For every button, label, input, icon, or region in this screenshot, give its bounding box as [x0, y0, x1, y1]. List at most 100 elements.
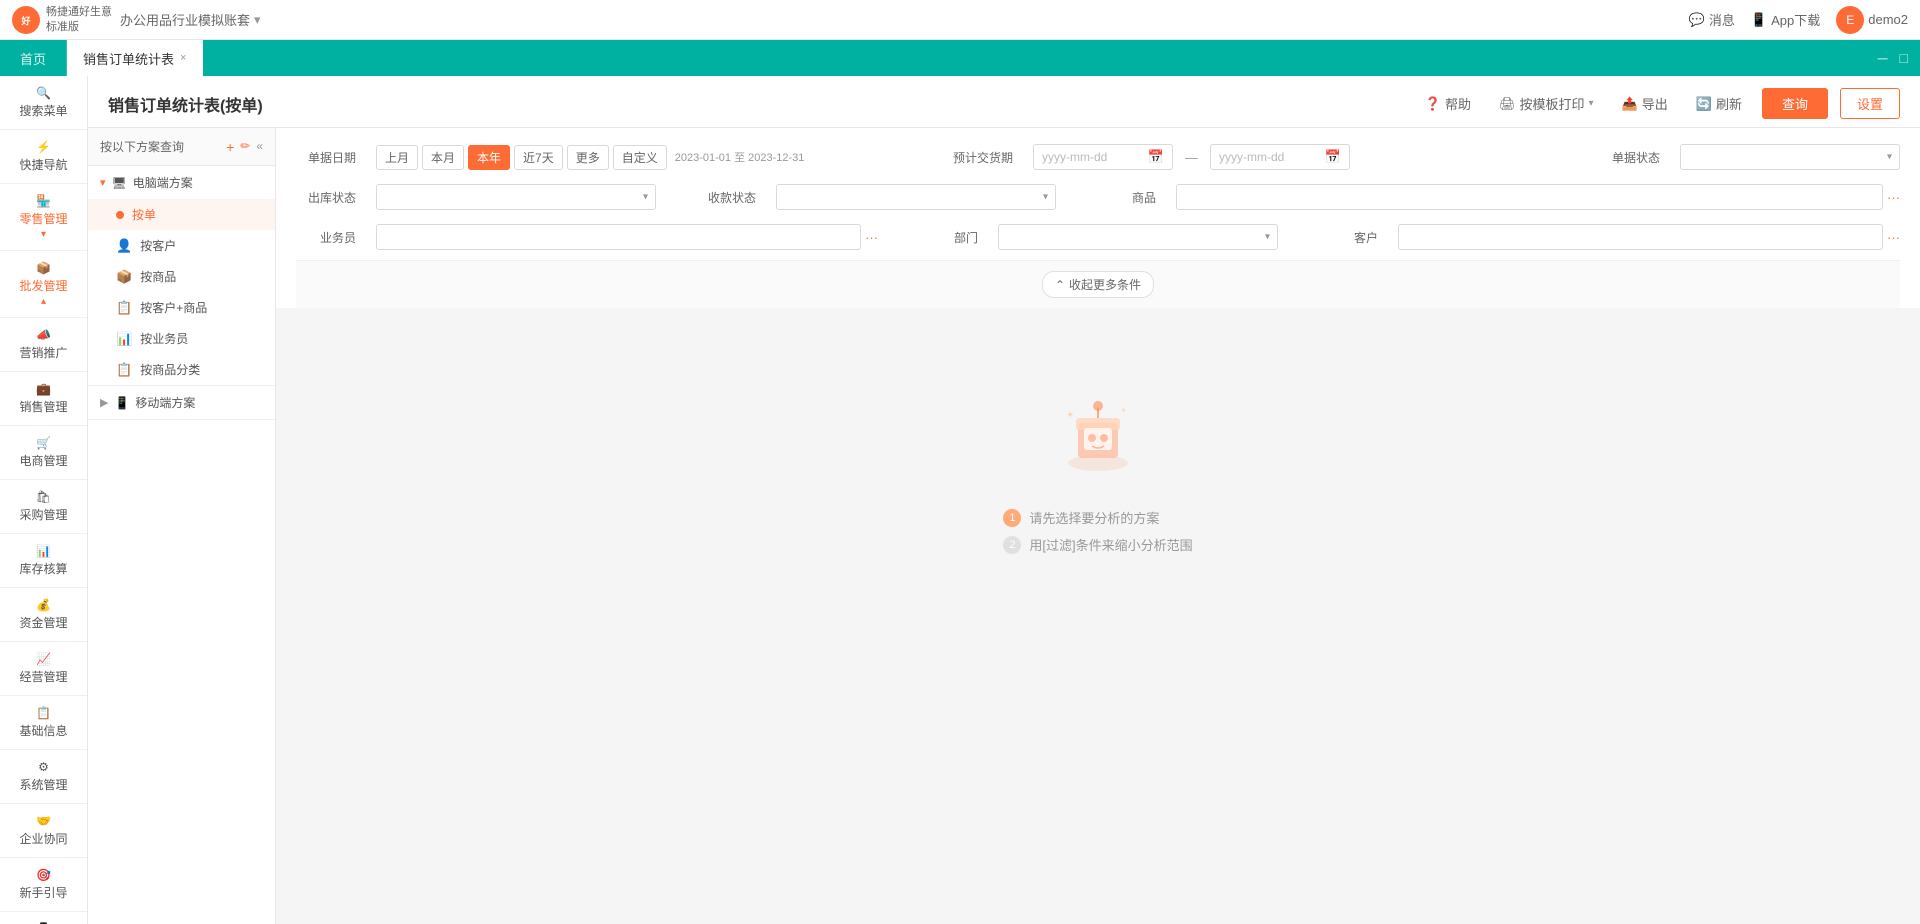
purchase-icon: 🛍	[36, 490, 51, 504]
this-month-button[interactable]: 本月	[422, 145, 464, 170]
customer-scheme-icon: 👤	[116, 238, 132, 254]
empty-state: ✦ ✦ ✦ 1 请先选择要分析的方案 2 用[过滤]条件来缩小分析范围	[276, 308, 1920, 634]
svg-text:好: 好	[20, 15, 30, 26]
department-select[interactable]	[998, 224, 1278, 250]
salesperson-more-button[interactable]: ···	[865, 230, 878, 245]
sysmanage-icon: ⚙	[38, 760, 49, 774]
order-status-label: 单据状态	[1600, 149, 1660, 166]
customer-more-button[interactable]: ···	[1887, 230, 1900, 245]
tab-bar: 首页 销售订单统计表 × ─ □	[0, 40, 1920, 76]
add-scheme-button[interactable]: +	[226, 139, 234, 155]
this-year-button[interactable]: 本年	[468, 145, 510, 170]
scheme-item-by-order[interactable]: 按单	[88, 199, 275, 230]
tab-home[interactable]: 首页	[0, 40, 67, 76]
more-date-button[interactable]: 更多	[567, 145, 609, 170]
custom-date-button[interactable]: 自定义	[613, 145, 667, 170]
filter-container: 单据日期 上月 本月 本年 近7天 更多 自定义 2023-01-01 至 20…	[276, 128, 1920, 308]
ship-status-label: 出库状态	[296, 189, 356, 206]
customer-input[interactable]	[1398, 224, 1883, 250]
sidebar-item-sysmanage[interactable]: ⚙ 系统管理	[0, 750, 87, 804]
operations-icon: 📈	[36, 652, 51, 666]
calendar-icon-to: 📅	[1325, 149, 1341, 165]
goods-label: 商品	[1096, 189, 1156, 206]
scheme-item-by-goods-category[interactable]: 📋 按商品分类	[88, 354, 275, 385]
tab-maximize-button[interactable]: □	[1896, 46, 1912, 70]
inventory-icon: 📊	[36, 544, 51, 558]
scheme-item-by-customer-goods[interactable]: 📋 按客户+商品	[88, 292, 275, 323]
delivery-date-from[interactable]: yyyy-mm-dd 📅	[1033, 144, 1173, 170]
empty-tip-1: 1 请先选择要分析的方案	[1003, 508, 1192, 527]
order-status-select[interactable]	[1680, 144, 1900, 170]
mobile-group-header[interactable]: ▶ 📱 移动端方案	[88, 386, 275, 419]
date-field: 上月 本月 本年 近7天 更多 自定义 2023-01-01 至 2023-12…	[376, 145, 923, 170]
logo-area: 好 畅捷通好生意 标准版	[12, 5, 112, 34]
left-panel-actions: + ✏ «	[226, 139, 263, 155]
sidebar-item-quicknav[interactable]: ⚡ 快捷导航	[0, 130, 87, 184]
wholesale-icon: 📦	[36, 261, 51, 275]
sidebar-item-wholesale[interactable]: 📦 批发管理 ▴	[0, 251, 87, 318]
pc-group-header[interactable]: ▾ 🖥 电脑端方案	[88, 166, 275, 199]
sidebar-item-inventory[interactable]: 📊 库存核算	[0, 534, 87, 588]
last-month-button[interactable]: 上月	[376, 145, 418, 170]
salesperson-label: 业务员	[296, 229, 356, 246]
user-profile[interactable]: E demo2	[1836, 6, 1908, 34]
collapse-panel-button[interactable]: «	[256, 139, 263, 155]
top-bar-left: 好 畅捷通好生意 标准版 办公用品行业模拟账套 ▾	[12, 5, 261, 34]
sidebar-item-purchase[interactable]: 🛍 采购管理	[0, 480, 87, 534]
help-icon: ❓	[1425, 96, 1441, 112]
avatar: E	[1836, 6, 1864, 34]
sidebar-item-enterprise[interactable]: 🤝 企业协同	[0, 804, 87, 858]
tab-close-button[interactable]: ×	[180, 52, 186, 64]
export-icon: 📤	[1622, 96, 1638, 112]
scheme-item-by-salesperson[interactable]: 📊 按业务员	[88, 323, 275, 354]
top-bar: 好 畅捷通好生意 标准版 办公用品行业模拟账套 ▾ 💬 消息 📱 App下载 E…	[0, 0, 1920, 40]
sidebar-item-sales[interactable]: 💼 销售管理	[0, 372, 87, 426]
expected-delivery-label: 预计交货期	[943, 149, 1013, 166]
tip-num-2: 2	[1003, 536, 1021, 554]
goods-input[interactable]	[1176, 184, 1883, 210]
retail-icon: 🏪	[36, 194, 51, 208]
sidebar-item-finance[interactable]: 💰 资金管理	[0, 588, 87, 642]
sidebar-item-search[interactable]: 🔍 搜索菜单	[0, 76, 87, 130]
sidebar-item-marketing[interactable]: 📣 营销推广	[0, 318, 87, 372]
sidebar-item-operations[interactable]: 📈 经营管理	[0, 642, 87, 696]
message-button[interactable]: 💬 消息	[1689, 10, 1735, 29]
help-button[interactable]: ❓ 帮助	[1417, 90, 1479, 117]
date-separator: —	[1185, 150, 1198, 165]
collapse-more-row: ⌃ 收起更多条件	[296, 260, 1900, 308]
settings-button[interactable]: 设置	[1840, 88, 1900, 119]
query-button[interactable]: 查询	[1762, 88, 1828, 119]
tab-sales-order[interactable]: 销售订单统计表 ×	[67, 40, 203, 76]
refresh-button[interactable]: 🔄 刷新	[1688, 90, 1750, 117]
sidebar-item-newguide[interactable]: 🎯 新手引导	[0, 858, 87, 912]
right-content: 单据日期 上月 本月 本年 近7天 更多 自定义 2023-01-01 至 20…	[276, 128, 1920, 924]
template-print-button[interactable]: 🖨 按模板打印 ▾	[1491, 90, 1602, 117]
department-select-wrapper: ▾	[998, 224, 1278, 250]
export-button[interactable]: 📤 导出	[1614, 90, 1676, 117]
sidebar-item-retail[interactable]: 🏪 零售管理 ▾	[0, 184, 87, 251]
sidebar-item-basicinfo[interactable]: 📋 基础信息	[0, 696, 87, 750]
filter-row-3: 业务员 ··· 部门 ▾	[296, 224, 1900, 250]
tab-minimize-button[interactable]: ─	[1874, 46, 1892, 70]
breadcrumb[interactable]: 办公用品行业模拟账套 ▾	[120, 10, 261, 29]
filter-row-1: 单据日期 上月 本月 本年 近7天 更多 自定义 2023-01-01 至 20…	[296, 144, 1900, 170]
last7days-button[interactable]: 近7天	[514, 145, 563, 170]
customer-field: ···	[1398, 224, 1900, 250]
search-icon: 🔍	[36, 86, 51, 100]
edit-scheme-button[interactable]: ✏	[240, 139, 250, 155]
scheme-item-by-customer[interactable]: 👤 按客户	[88, 230, 275, 261]
delivery-date-to[interactable]: yyyy-mm-dd 📅	[1210, 144, 1350, 170]
active-indicator	[116, 211, 124, 219]
goods-more-button[interactable]: ···	[1887, 190, 1900, 205]
scheme-item-by-goods[interactable]: 📦 按商品	[88, 261, 275, 292]
svg-text:✦: ✦	[1120, 406, 1127, 415]
salesperson-input[interactable]	[376, 224, 861, 250]
goods-field: ···	[1176, 184, 1900, 210]
sidebar-item-ecommerce[interactable]: 🛒 电商管理	[0, 426, 87, 480]
filter-row-2: 出库状态 ▾ 收款状态	[296, 184, 1900, 210]
payment-status-select[interactable]	[776, 184, 1056, 210]
ship-status-select[interactable]	[376, 184, 656, 210]
app-download-button[interactable]: 📱 App下载	[1751, 10, 1820, 29]
sidebar-item-appcenter[interactable]: 📱 应用中心	[0, 912, 87, 924]
collapse-more-button[interactable]: ⌃ 收起更多条件	[1042, 271, 1154, 298]
